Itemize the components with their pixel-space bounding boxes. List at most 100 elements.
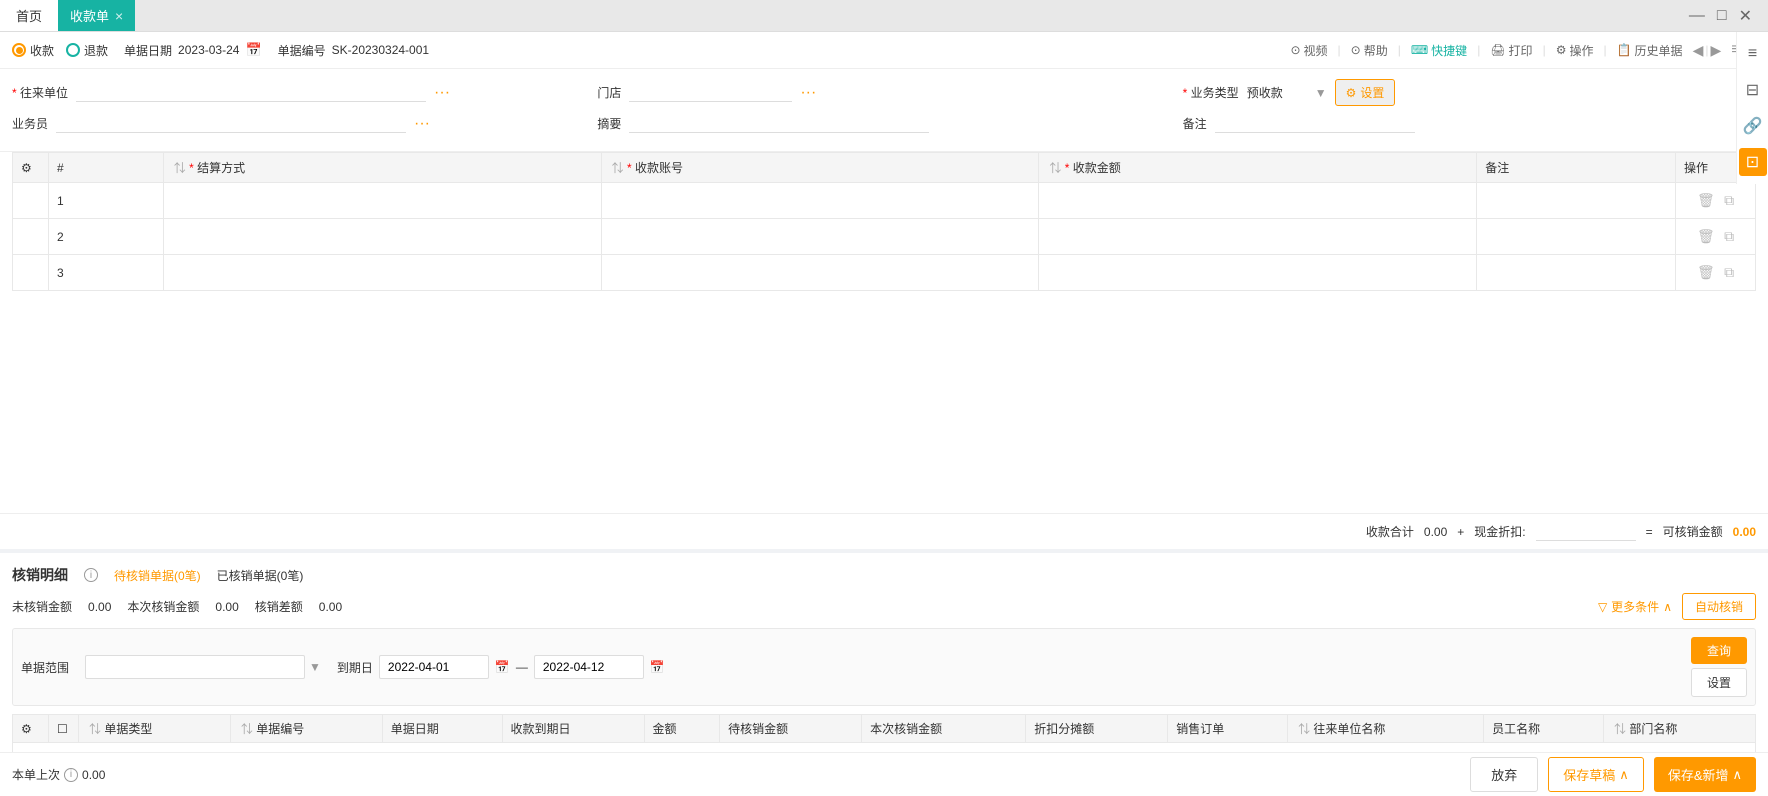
store-input[interactable] [629,83,792,102]
radio-shoukuan-label: 收款 [30,42,54,59]
verify-title: 核销明细 [12,565,68,585]
row-1-remarks[interactable] [1477,183,1676,219]
col-settlement-header: ⇅ 结算方式 [163,153,601,183]
action-help[interactable]: ⊙ 帮助 [1351,42,1388,59]
sidebar-icon-3[interactable]: 🔗 [1739,112,1767,140]
settings-button[interactable]: ⚙ 设置 [1335,79,1396,106]
row-2-account[interactable] [601,219,1039,255]
copy-icon-r3[interactable]: ⧉ [1724,264,1734,280]
row-1-settlement[interactable] [163,183,601,219]
delete-icon-r1[interactable]: 🗑 [1697,192,1715,208]
unverified-label: 未核销金额 [12,598,72,615]
summary-input[interactable] [629,114,929,133]
action-history[interactable]: 📋 历史单据 [1617,42,1683,59]
row-2-settlement[interactable] [163,219,601,255]
bt-col-check[interactable]: ☐ [49,715,79,743]
available-label: 可核销金额 [1663,523,1723,540]
verify-settings-btn[interactable]: 设置 [1691,668,1747,697]
date-separator: — [516,660,528,674]
verify-info-icon[interactable]: i [84,568,98,582]
pending-tab[interactable]: 待核销单据(0笔) [114,567,201,584]
salesman-more-btn[interactable]: ··· [414,115,430,133]
query-button[interactable]: 查询 [1691,637,1747,664]
salesman-input[interactable] [56,114,406,133]
save-button[interactable]: 保存&新增 ∧ [1654,757,1756,792]
row-1-account[interactable] [601,183,1039,219]
gear-icon: ⚙ [1346,86,1357,100]
minimize-icon[interactable]: — [1689,7,1705,25]
close-icon[interactable]: ✕ [1739,6,1752,26]
tab-home[interactable]: 首页 [0,0,58,31]
window-controls: — □ ✕ [1689,6,1768,26]
remarks-input[interactable] [1215,114,1415,133]
row-3-remarks[interactable] [1477,255,1676,291]
action-video[interactable]: ⊙ 视频 [1290,42,1327,59]
receipt-type-group: 收款 退款 [12,42,108,59]
row-2-gear [13,219,49,255]
diff-label: 核销差额 [255,598,303,615]
date-from-input[interactable] [379,655,489,679]
biz-type-arrow[interactable]: ▼ [1315,86,1327,100]
counterpart-group: 往来单位 ··· [12,83,585,102]
range-input[interactable] [85,655,305,679]
bench-info-icon[interactable]: i [64,768,78,782]
row-3-amount[interactable] [1039,255,1477,291]
tab-close-icon[interactable]: × [115,8,123,24]
footer-info: 本单上次 i 0.00 [12,766,105,783]
delete-icon-r2[interactable]: 🗑 [1697,228,1715,244]
action-ops[interactable]: ⚙ 操作 [1556,42,1594,59]
range-label: 单据范围 [21,659,69,676]
radio-tuikuan[interactable]: 退款 [66,42,108,59]
date-value: 2023-03-24 [178,43,239,57]
row-2-ops: 🗑 ⧉ [1676,219,1756,255]
row-2-remarks[interactable] [1477,219,1676,255]
abandon-button[interactable]: 放弃 [1470,757,1538,792]
bench-label: 本单上次 [12,766,60,783]
discount-input[interactable] [1536,522,1636,541]
ops-icon: ⚙ [1556,43,1567,57]
action-print[interactable]: 🖨 打印 [1490,42,1532,59]
copy-icon-r2[interactable]: ⧉ [1724,228,1734,244]
tab-active[interactable]: 收款单 × [58,0,135,31]
done-tab[interactable]: 已核销单据(0笔) [217,567,304,584]
auto-verify-btn[interactable]: 自动核销 [1682,593,1756,620]
radio-shoukuan[interactable]: 收款 [12,42,54,59]
draft-arrow: ∧ [1619,767,1629,783]
table-row: 3 🗑 ⧉ [13,255,1756,291]
row-3-settlement[interactable] [163,255,601,291]
maximize-icon[interactable]: □ [1717,7,1727,25]
sidebar-icon-1[interactable]: ≡ [1739,40,1767,68]
cal-from-icon[interactable]: 📅 [495,660,510,674]
bt-col-gear[interactable]: ⚙ [13,715,49,743]
prev-arrow[interactable]: ◀ [1693,42,1704,59]
col-index-header: # [49,153,164,183]
range-arrow[interactable]: ▼ [309,660,321,674]
bt-col-current: 本次核销金额 [862,715,1026,743]
sidebar-icon-4[interactable]: ⊡ [1739,148,1767,176]
row-1-index: 1 [49,183,164,219]
action-shortcut[interactable]: ⌨ 快捷键 [1411,42,1467,59]
bt-col-dept: ⇅ 部门名称 [1604,715,1756,743]
row-1-amount[interactable] [1039,183,1477,219]
shortcut-icon: ⌨ [1411,43,1428,57]
counterpart-more-btn[interactable]: ··· [434,84,450,102]
verify-header: 核销明细 i 待核销单据(0笔) 已核销单据(0笔) [12,565,1756,585]
sidebar-icon-2[interactable]: ⊟ [1739,76,1767,104]
store-more-btn[interactable]: ··· [800,84,816,102]
cal-to-icon[interactable]: 📅 [650,660,665,674]
bt-col-due: 收款到期日 [502,715,644,743]
form-row-1: 往来单位 ··· 门店 ··· 业务类型 预收款 ▼ ⚙ 设置 [12,79,1756,106]
delete-icon-r3[interactable]: 🗑 [1697,264,1715,280]
bt-col-employee: 员工名称 [1484,715,1604,743]
date-to-input[interactable] [534,655,644,679]
more-filter-btn[interactable]: ▽ 更多条件 ∧ [1598,598,1672,615]
draft-button[interactable]: 保存草稿 ∧ [1548,757,1644,792]
row-2-amount[interactable] [1039,219,1477,255]
next-arrow[interactable]: ▶ [1710,42,1721,59]
calendar-icon[interactable]: 📅 [245,42,261,58]
row-3-account[interactable] [601,255,1039,291]
bt-col-counterpart: ⇅ 往来单位名称 [1288,715,1484,743]
copy-icon-r1[interactable]: ⧉ [1724,192,1734,208]
counterpart-input[interactable] [76,83,426,102]
col-gear-header[interactable]: ⚙ [13,153,49,183]
